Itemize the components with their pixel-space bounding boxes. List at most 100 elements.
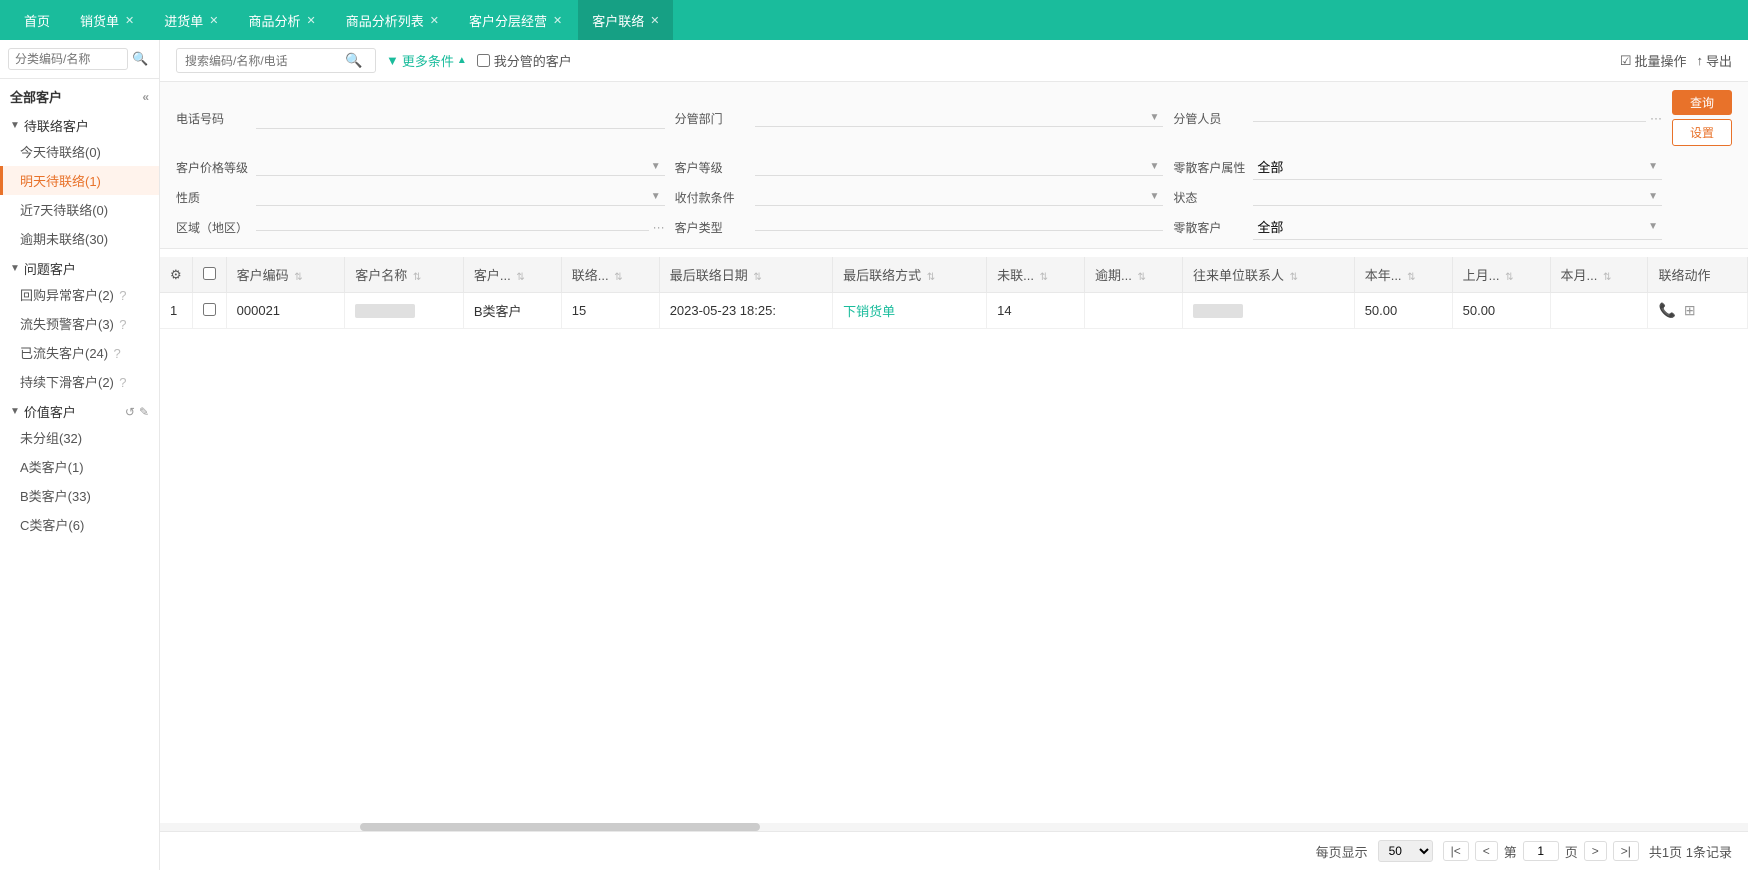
close-icon[interactable]: ✕: [650, 14, 659, 27]
sidebar-item-class-b[interactable]: B类客户(33): [0, 481, 159, 510]
sidebar-item-declining[interactable]: 持续下滑客户(2) ?: [0, 367, 159, 396]
sidebar-item-today[interactable]: 今天待联络(0): [0, 137, 159, 166]
collapse-icon[interactable]: «: [142, 90, 149, 104]
group-problem-customers[interactable]: ▼ 问题客户: [0, 253, 159, 280]
filter-payment-terms-select[interactable]: ▼: [755, 188, 1164, 206]
settings-button[interactable]: 设置: [1672, 119, 1732, 146]
group-pending-contact[interactable]: ▼ 待联络客户: [0, 110, 159, 137]
sidebar-item-abnormal-purchase[interactable]: 回购异常客户(2) ?: [0, 280, 159, 309]
sort-icon[interactable]: ⇅: [753, 272, 761, 283]
filter-price-level-select[interactable]: ▼: [256, 158, 665, 176]
group-label: 问题客户: [24, 259, 76, 278]
td-checkbox[interactable]: [192, 293, 226, 329]
customer-name-masked: [355, 304, 415, 318]
my-customers-toggle[interactable]: 我分管的客户: [477, 51, 572, 70]
filter-status-select[interactable]: ▼: [1253, 188, 1662, 206]
edit-icon[interactable]: ✎: [139, 405, 149, 419]
sidebar-item-class-a[interactable]: A类客户(1): [0, 452, 159, 481]
page-number-input[interactable]: [1523, 841, 1559, 861]
sidebar-item-overdue[interactable]: 逾期未联络(30): [0, 224, 159, 253]
th-last-contact-date: 最后联络日期 ⇅: [659, 257, 832, 293]
refresh-icon[interactable]: ↺: [125, 405, 135, 419]
sort-icon[interactable]: ⇅: [294, 272, 302, 283]
sort-icon[interactable]: ⇅: [614, 272, 622, 283]
filter-gender-label: 性质: [176, 189, 256, 206]
sidebar-item-ungrouped[interactable]: 未分组(32): [0, 423, 159, 452]
close-icon[interactable]: ✕: [307, 14, 316, 27]
close-icon[interactable]: ✕: [430, 14, 439, 27]
filter-customer-type-select[interactable]: [755, 224, 1164, 231]
td-overdue: [1085, 293, 1183, 329]
sidebar-item-7days[interactable]: 近7天待联络(0): [0, 195, 159, 224]
filter-bar: 🔍 ▼ 更多条件 ▲ 我分管的客户 ☑ 批量操作 ↑ 导出: [160, 40, 1748, 82]
filter-customer-level-select[interactable]: ▼: [755, 158, 1164, 176]
nav-customer-contact[interactable]: 客户联络 ✕: [578, 0, 673, 40]
sort-icon[interactable]: ⇅: [1505, 272, 1513, 283]
checkbox-icon: ☑: [1620, 53, 1632, 69]
sort-icon[interactable]: ⇅: [516, 272, 524, 283]
last-page-btn[interactable]: >|: [1613, 841, 1639, 861]
filter-region-select[interactable]: [256, 224, 649, 231]
chevron-down-icon: ▼: [1648, 221, 1658, 232]
contact-method-link[interactable]: 下销货单: [843, 304, 895, 319]
close-icon[interactable]: ✕: [209, 14, 218, 27]
first-page-btn[interactable]: |<: [1443, 841, 1469, 861]
filter-retail-attr-select[interactable]: 全部 ▼: [1253, 154, 1662, 180]
next-page-btn[interactable]: >: [1584, 841, 1607, 861]
sort-icon[interactable]: ⇅: [1407, 272, 1415, 283]
export-btn[interactable]: ↑ 导出: [1696, 51, 1732, 70]
th-settings[interactable]: ⚙: [160, 257, 192, 293]
nav-home[interactable]: 首页: [10, 0, 64, 40]
filter-branch-dept-select[interactable]: ▼: [755, 109, 1164, 127]
more-conditions-btn[interactable]: ▼ 更多条件 ▲: [386, 51, 467, 70]
sort-icon[interactable]: ⇅: [927, 272, 935, 283]
sort-icon[interactable]: ⇅: [1138, 272, 1146, 283]
filter-gender-select[interactable]: ▼: [256, 188, 665, 206]
chevron-down-icon: ▼: [1149, 191, 1159, 202]
total-records: 共1页 1条记录: [1649, 842, 1732, 861]
th-customer-code: 客户编码 ⇅: [226, 257, 345, 293]
horizontal-scrollbar[interactable]: [160, 823, 1748, 831]
sidebar-item-tomorrow[interactable]: 明天待联络(1): [0, 166, 159, 195]
th-checkbox[interactable]: [192, 257, 226, 293]
row-checkbox[interactable]: [203, 303, 216, 316]
select-all-checkbox[interactable]: [203, 267, 216, 280]
sort-icon[interactable]: ⇅: [1290, 272, 1298, 283]
search-icon[interactable]: 🔍: [345, 52, 362, 69]
nav-product-analysis-list[interactable]: 商品分析列表 ✕: [332, 0, 453, 40]
nav-product-analysis[interactable]: 商品分析 ✕: [234, 0, 329, 40]
query-button[interactable]: 查询: [1672, 90, 1732, 115]
td-last-contact-method[interactable]: 下销货单: [833, 293, 987, 329]
sidebar-search-icon[interactable]: 🔍: [132, 51, 148, 67]
sort-icon[interactable]: ⇅: [1040, 272, 1048, 283]
nav-sales-order[interactable]: 销货单 ✕: [66, 0, 148, 40]
per-page-select[interactable]: 50 100 200: [1378, 840, 1433, 862]
sort-icon[interactable]: ⇅: [1603, 272, 1611, 283]
sidebar-item-churned[interactable]: 已流失客户(24) ?: [0, 338, 159, 367]
phone-icon[interactable]: 📞: [1658, 302, 1675, 319]
close-icon[interactable]: ✕: [125, 14, 134, 27]
grid-icon[interactable]: ⊞: [1684, 302, 1696, 319]
my-customers-checkbox[interactable]: [477, 54, 490, 67]
chevron-down-icon: ▼: [1149, 112, 1159, 123]
sidebar-search-input[interactable]: [8, 48, 128, 70]
filter-branch-person-select[interactable]: [1253, 115, 1646, 122]
ellipsis-icon[interactable]: ···: [653, 220, 665, 234]
filter-retail-customer-select[interactable]: 全部 ▼: [1253, 214, 1662, 240]
batch-operation-btn[interactable]: ☑ 批量操作: [1620, 51, 1687, 70]
filter-phone-input[interactable]: [256, 108, 665, 129]
ellipsis-icon[interactable]: ···: [1650, 111, 1662, 125]
sort-icon[interactable]: ⇅: [413, 272, 421, 283]
prev-page-btn[interactable]: <: [1475, 841, 1498, 861]
scrollbar-thumb[interactable]: [360, 823, 760, 831]
filter-customer-type: 客户类型: [675, 219, 1164, 236]
all-customers-header: 全部客户 «: [0, 79, 159, 110]
sidebar-item-churn-warning[interactable]: 流失预警客户(3) ?: [0, 309, 159, 338]
close-icon[interactable]: ✕: [553, 14, 562, 27]
group-value-customers[interactable]: ▼ 价值客户 ↺ ✎: [0, 396, 159, 423]
search-input[interactable]: [185, 54, 345, 68]
nav-purchase-order[interactable]: 进货单 ✕: [150, 0, 232, 40]
filter-gender: 性质 ▼: [176, 188, 665, 206]
sidebar-item-class-c[interactable]: C类客户(6): [0, 510, 159, 539]
nav-customer-segmentation[interactable]: 客户分层经营 ✕: [455, 0, 576, 40]
